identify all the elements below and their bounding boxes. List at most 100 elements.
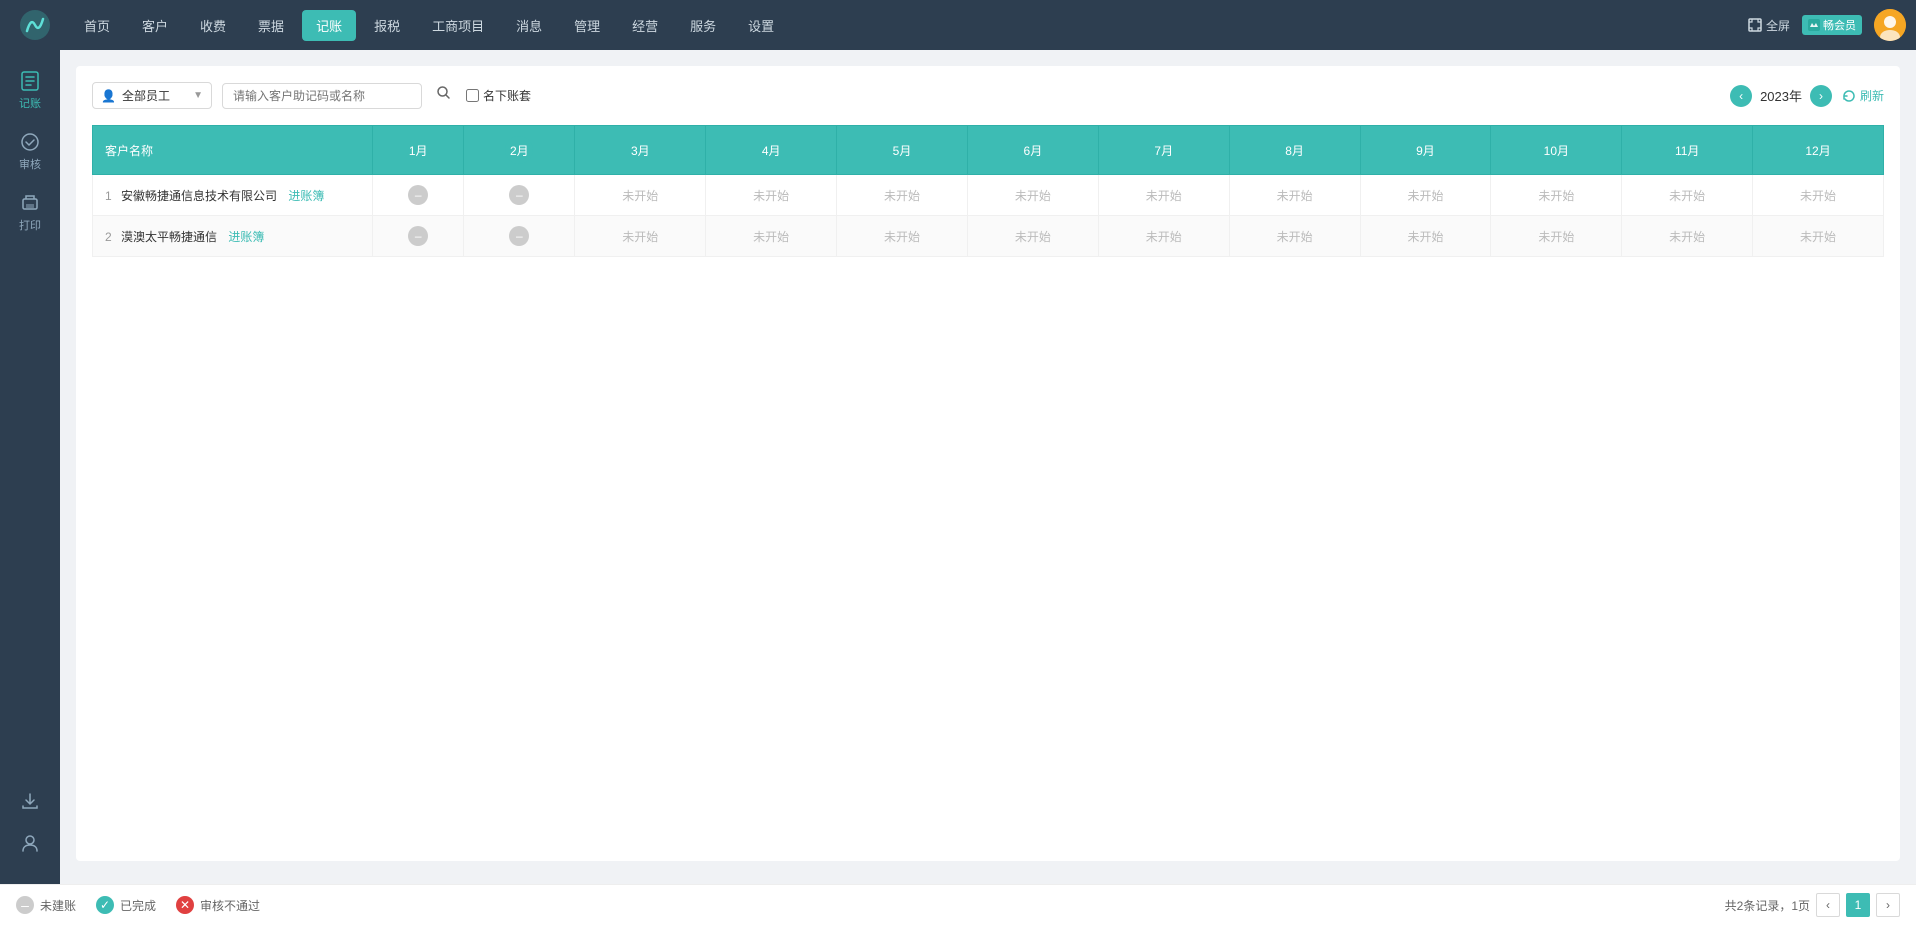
row1-may: 未开始 bbox=[837, 175, 968, 216]
my-accounts-checkbox-label[interactable]: 名下账套 bbox=[466, 87, 531, 104]
row2-dec: 未开始 bbox=[1753, 216, 1884, 257]
fullscreen-label: 全屏 bbox=[1766, 17, 1790, 34]
search-button[interactable] bbox=[432, 85, 456, 106]
sidebar-bookkeeping-label: 记账 bbox=[19, 95, 41, 111]
my-accounts-label: 名下账套 bbox=[483, 87, 531, 104]
vip-label: 畅会员 bbox=[1823, 17, 1856, 33]
footer: – 未建账 ✓ 已完成 ✕ 审核不通过 共2条记录，1页 ‹ 1 › bbox=[0, 884, 1916, 925]
row1-jun: 未开始 bbox=[967, 175, 1098, 216]
col-header-jul: 7月 bbox=[1098, 126, 1229, 175]
sidebar-audit[interactable]: 审核 bbox=[0, 121, 60, 182]
col-header-jun: 6月 bbox=[967, 126, 1098, 175]
nav-bookkeeping[interactable]: 记账 bbox=[302, 10, 356, 41]
row1-apr: 未开始 bbox=[706, 175, 837, 216]
row1-jul: 未开始 bbox=[1098, 175, 1229, 216]
col-header-oct: 10月 bbox=[1491, 126, 1622, 175]
fullscreen-button[interactable]: 全屏 bbox=[1748, 17, 1790, 34]
content-card: 👤 全部员工 ▼ 名下账套 ‹ 2023年 › bbox=[76, 66, 1900, 861]
row1-dec: 未开始 bbox=[1753, 175, 1884, 216]
row2-enter-link[interactable]: 进账簿 bbox=[228, 230, 264, 244]
row2-nov: 未开始 bbox=[1622, 216, 1753, 257]
sidebar-user[interactable] bbox=[19, 822, 41, 864]
row2-feb-status: – bbox=[509, 226, 529, 246]
page-1-button[interactable]: 1 bbox=[1846, 893, 1870, 917]
nav-tax[interactable]: 报税 bbox=[360, 10, 414, 41]
top-nav: 首页 客户 收费 票据 记账 报税 工商项目 消息 管理 经营 服务 设置 全屏… bbox=[0, 0, 1916, 50]
employee-select[interactable]: 👤 全部员工 ▼ bbox=[92, 82, 212, 109]
page-prev-button[interactable]: ‹ bbox=[1816, 893, 1840, 917]
row1-mar: 未开始 bbox=[575, 175, 706, 216]
nav-charge[interactable]: 收费 bbox=[186, 10, 240, 41]
nav-home[interactable]: 首页 bbox=[70, 10, 124, 41]
nav-operation[interactable]: 经营 bbox=[618, 10, 672, 41]
employee-select-text: 全部员工 bbox=[122, 87, 187, 104]
legend-completed-label: 已完成 bbox=[120, 897, 156, 914]
data-table: 客户名称 1月 2月 3月 4月 5月 6月 7月 8月 9月 10月 11月 bbox=[92, 125, 1884, 257]
row2-num: 2 bbox=[105, 230, 112, 244]
table-wrap: 客户名称 1月 2月 3月 4月 5月 6月 7月 8月 9月 10月 11月 bbox=[92, 125, 1884, 257]
nav-message[interactable]: 消息 bbox=[502, 10, 556, 41]
col-header-apr: 4月 bbox=[706, 126, 837, 175]
legend-completed-icon: ✓ bbox=[96, 896, 114, 914]
year-prev-button[interactable]: ‹ bbox=[1730, 85, 1752, 107]
row1-jan-status: – bbox=[408, 185, 428, 205]
nav-items: 首页 客户 收费 票据 记账 报税 工商项目 消息 管理 经营 服务 设置 bbox=[70, 10, 1748, 41]
row2-company-name: 漠澳太平畅捷通信 bbox=[121, 230, 217, 244]
refresh-label: 刷新 bbox=[1860, 87, 1884, 104]
row2-jan: – bbox=[373, 216, 464, 257]
row2-oct: 未开始 bbox=[1491, 216, 1622, 257]
row2-jun: 未开始 bbox=[967, 216, 1098, 257]
legend-not-built-icon: – bbox=[16, 896, 34, 914]
legend-rejected-icon: ✕ bbox=[176, 896, 194, 914]
col-header-feb: 2月 bbox=[464, 126, 575, 175]
footer-pagination: 共2条记录，1页 ‹ 1 › bbox=[1725, 893, 1900, 917]
year-next-button[interactable]: › bbox=[1810, 85, 1832, 107]
col-header-name: 客户名称 bbox=[93, 126, 373, 175]
sidebar-download[interactable] bbox=[19, 780, 41, 822]
page-next-button[interactable]: › bbox=[1876, 893, 1900, 917]
nav-invoice[interactable]: 票据 bbox=[244, 10, 298, 41]
nav-business[interactable]: 工商项目 bbox=[418, 10, 498, 41]
print-icon bbox=[19, 192, 41, 214]
nav-settings[interactable]: 设置 bbox=[734, 10, 788, 41]
sidebar-print[interactable]: 打印 bbox=[0, 182, 60, 243]
avatar[interactable] bbox=[1874, 9, 1906, 41]
footer-legend: – 未建账 ✓ 已完成 ✕ 审核不通过 bbox=[16, 896, 1725, 914]
total-records-text: 共2条记录，1页 bbox=[1725, 897, 1810, 914]
row1-name-cell: 1 安徽畅捷通信息技术有限公司 进账簿 bbox=[93, 175, 373, 216]
row1-oct: 未开始 bbox=[1491, 175, 1622, 216]
row1-feb-status: – bbox=[509, 185, 529, 205]
content-area: 👤 全部员工 ▼ 名下账套 ‹ 2023年 › bbox=[60, 50, 1916, 884]
toolbar: 👤 全部员工 ▼ 名下账套 ‹ 2023年 › bbox=[92, 82, 1884, 109]
col-header-aug: 8月 bbox=[1229, 126, 1360, 175]
col-header-jan: 1月 bbox=[373, 126, 464, 175]
my-accounts-checkbox[interactable] bbox=[466, 89, 479, 102]
legend-rejected: ✕ 审核不通过 bbox=[176, 896, 260, 914]
refresh-button[interactable]: 刷新 bbox=[1842, 87, 1884, 104]
nav-manage[interactable]: 管理 bbox=[560, 10, 614, 41]
nav-customer[interactable]: 客户 bbox=[128, 10, 182, 41]
col-header-dec: 12月 bbox=[1753, 126, 1884, 175]
col-header-may: 5月 bbox=[837, 126, 968, 175]
row1-num: 1 bbox=[105, 189, 112, 203]
row1-enter-link[interactable]: 进账簿 bbox=[288, 189, 324, 203]
nav-right: 全屏 畅会员 bbox=[1748, 9, 1906, 41]
sidebar: 记账 审核 打印 bbox=[0, 50, 60, 884]
sidebar-bookkeeping[interactable]: 记账 bbox=[0, 60, 60, 121]
col-header-nov: 11月 bbox=[1622, 126, 1753, 175]
nav-service[interactable]: 服务 bbox=[676, 10, 730, 41]
employee-icon: 👤 bbox=[101, 89, 116, 103]
row1-aug: 未开始 bbox=[1229, 175, 1360, 216]
legend-completed: ✓ 已完成 bbox=[96, 896, 156, 914]
row1-nov: 未开始 bbox=[1622, 175, 1753, 216]
chevron-down-icon: ▼ bbox=[193, 90, 203, 101]
vip-badge[interactable]: 畅会员 bbox=[1802, 15, 1862, 35]
row2-jul: 未开始 bbox=[1098, 216, 1229, 257]
legend-rejected-label: 审核不通过 bbox=[200, 897, 260, 914]
search-input[interactable] bbox=[222, 83, 422, 109]
main-layout: 记账 审核 打印 bbox=[0, 50, 1916, 884]
bookkeeping-icon bbox=[19, 70, 41, 92]
download-icon bbox=[19, 790, 41, 812]
year-nav: ‹ 2023年 › bbox=[1730, 85, 1832, 107]
audit-icon bbox=[19, 131, 41, 153]
